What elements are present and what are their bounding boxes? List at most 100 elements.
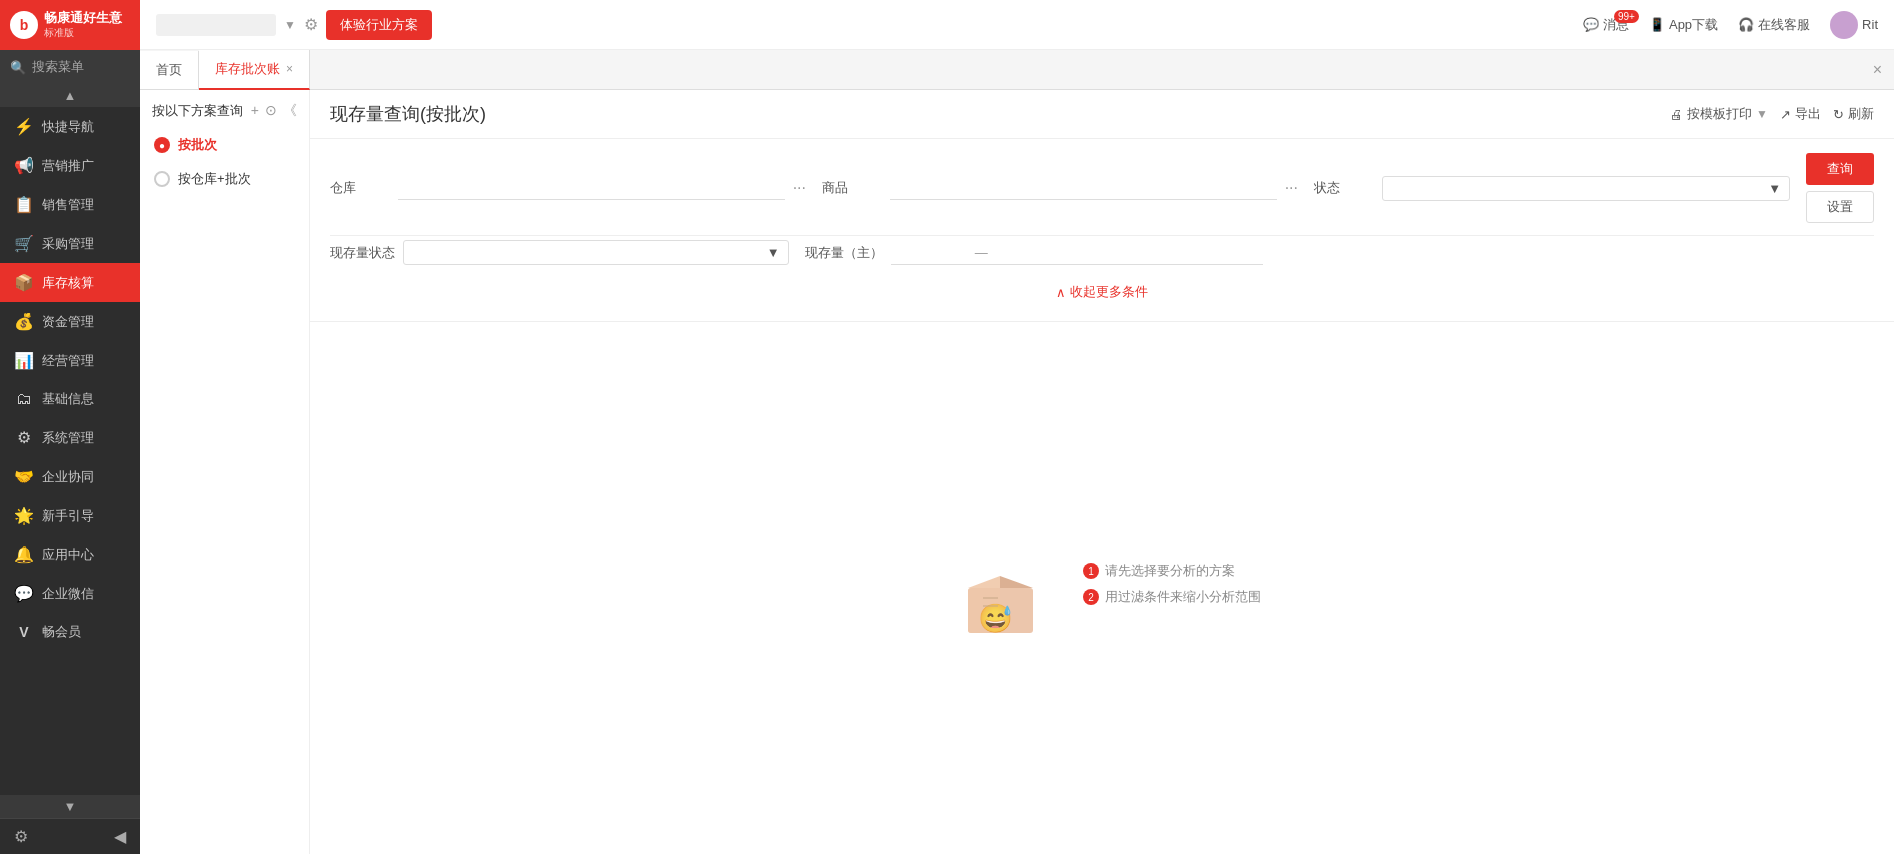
online-service-action[interactable]: 🎧 在线客服: [1738, 16, 1810, 34]
print-btn[interactable]: 🖨 按模板打印 ▼: [1670, 105, 1768, 123]
headset-icon: 🎧: [1738, 17, 1754, 32]
sidebar-nav: ⚡ 快捷导航 📢 营销推广 📋 销售管理 🛒 采购管理 📦 库存核算 💰 资金管…: [0, 107, 140, 795]
experience-btn[interactable]: 体验行业方案: [326, 10, 432, 40]
product-label: 商品: [822, 179, 882, 197]
warehouse-input[interactable]: [398, 176, 785, 200]
settings-btn[interactable]: 设置: [1806, 191, 1874, 223]
hint-1-num: 1: [1083, 563, 1099, 579]
printer-icon: 🖨: [1670, 107, 1683, 122]
settings-footer-icon[interactable]: ⚙: [14, 827, 28, 846]
plan-batch-label: 按批次: [178, 136, 217, 154]
warehouse-label: 仓库: [330, 179, 390, 197]
app-download-action[interactable]: 📱 App下载: [1649, 16, 1718, 34]
sidebar-item-sales[interactable]: 📋 销售管理: [0, 185, 140, 224]
sidebar-item-wechat[interactable]: 💬 企业微信: [0, 574, 140, 613]
product-more-icon[interactable]: ···: [1285, 179, 1298, 197]
tab-home[interactable]: 首页: [140, 51, 199, 89]
inventory-icon: 📦: [14, 273, 34, 292]
svg-marker-2: [1000, 576, 1033, 588]
topbar-left: ▼ ⚙ 体验行业方案: [156, 10, 432, 40]
breadcrumb-input[interactable]: [156, 14, 276, 36]
sidebar-item-inventory[interactable]: 📦 库存核算: [0, 263, 140, 302]
apps-icon: 🔔: [14, 545, 34, 564]
app-name: 畅康通好生意: [44, 10, 122, 26]
sidebar-item-shortcut[interactable]: ⚡ 快捷导航: [0, 107, 140, 146]
online-service-label: 在线客服: [1758, 16, 1810, 34]
topbar-gear-icon[interactable]: ⚙: [304, 15, 318, 34]
product-input[interactable]: [890, 176, 1277, 200]
status-dropdown-icon: ▼: [1768, 181, 1781, 196]
hint-2-text: 用过滤条件来缩小分析范围: [1105, 588, 1261, 606]
sidebar-item-purchase[interactable]: 🛒 采购管理: [0, 224, 140, 263]
plan-inactive-dot: [154, 171, 170, 187]
main: ▼ ⚙ 体验行业方案 💬 消息 99+ 📱 App下载 🎧 在线客服 Rit: [140, 0, 1894, 854]
status-filter: 状态 ▼: [1314, 176, 1790, 201]
inventory-status-dropdown-icon: ▼: [767, 245, 780, 260]
filter-separator: [330, 235, 1874, 236]
sidebar-item-basic[interactable]: 🗂 基础信息: [0, 380, 140, 418]
status-dropdown[interactable]: ▼: [1382, 176, 1790, 201]
plan-item-batch[interactable]: ● 按批次: [140, 128, 309, 162]
tabs-close-all[interactable]: ×: [1861, 61, 1894, 79]
sidebar-item-operations[interactable]: 📊 经营管理: [0, 341, 140, 380]
tab-home-label: 首页: [156, 61, 182, 79]
sidebar-item-system[interactable]: ⚙ 系统管理: [0, 418, 140, 457]
sidebar-item-member[interactable]: V 畅会员: [0, 613, 140, 651]
export-icon: ↗: [1780, 107, 1791, 122]
left-panel-header: 按以下方案查询 + ⊙ 《: [140, 90, 309, 128]
user-action[interactable]: Rit: [1830, 11, 1878, 39]
sidebar-item-marketing[interactable]: 📢 营销推广: [0, 146, 140, 185]
phone-icon: 📱: [1649, 17, 1665, 32]
hint-2-num: 2: [1083, 589, 1099, 605]
export-btn[interactable]: ↗ 导出: [1780, 105, 1821, 123]
sidebar-item-enterprise[interactable]: 🤝 企业协同: [0, 457, 140, 496]
empty-svg: 😅: [943, 533, 1053, 643]
avatar: [1830, 11, 1858, 39]
query-btn[interactable]: 查询: [1806, 153, 1874, 185]
tab-inventory-batch[interactable]: 库存批次账 ×: [199, 50, 310, 90]
inventory-main-to[interactable]: [992, 245, 1072, 260]
add-plan-icon[interactable]: +: [251, 102, 259, 120]
page-header-actions: 🖨 按模板打印 ▼ ↗ 导出 ↻ 刷新: [1670, 105, 1874, 123]
sidebar-item-label: 企业协同: [42, 468, 94, 486]
messages-action[interactable]: 💬 消息 99+: [1583, 16, 1629, 34]
search-menu[interactable]: 🔍 搜索菜单: [0, 50, 140, 84]
basic-icon: 🗂: [14, 390, 34, 408]
sidebar: b 畅康通好生意 标准版 🔍 搜索菜单 ▲ ⚡ 快捷导航 📢 营销推广 📋 销售…: [0, 0, 140, 854]
topbar: ▼ ⚙ 体验行业方案 💬 消息 99+ 📱 App下载 🎧 在线客服 Rit: [140, 0, 1894, 50]
messages-badge: 99+: [1614, 10, 1639, 23]
warehouse-more-icon[interactable]: ···: [793, 179, 806, 197]
refresh-btn[interactable]: ↻ 刷新: [1833, 105, 1874, 123]
page-title: 现存量查询(按批次): [330, 102, 486, 126]
close-all-icon: ×: [1873, 61, 1882, 78]
collapse-panel-icon[interactable]: 《: [283, 102, 297, 120]
system-icon: ⚙: [14, 428, 34, 447]
plan-item-warehouse-batch[interactable]: 按仓库+批次: [140, 162, 309, 196]
left-panel: 按以下方案查询 + ⊙ 《 ● 按批次 按仓库+批次: [140, 90, 310, 854]
plan-warehouse-batch-label: 按仓库+批次: [178, 170, 251, 188]
warehouse-filter: 仓库 ···: [330, 176, 806, 200]
sidebar-item-label: 库存核算: [42, 274, 94, 292]
sidebar-item-newuser[interactable]: 🌟 新手引导: [0, 496, 140, 535]
sidebar-scroll-up[interactable]: ▲: [0, 84, 140, 107]
collapse-sidebar-icon[interactable]: ◀: [114, 827, 126, 846]
sidebar-item-label: 销售管理: [42, 196, 94, 214]
collapse-more-btn[interactable]: ∧ 收起更多条件: [330, 277, 1874, 307]
plan-active-dot: ●: [154, 137, 170, 153]
page-content: 按以下方案查询 + ⊙ 《 ● 按批次 按仓库+批次 现存量查询(按批次): [140, 90, 1894, 854]
purchase-icon: 🛒: [14, 234, 34, 253]
sidebar-item-apps[interactable]: 🔔 应用中心: [0, 535, 140, 574]
filter-row-1: 仓库 ··· 商品 ··· 状态 ▼: [330, 153, 1874, 223]
empty-illustration: 😅: [943, 533, 1053, 643]
breadcrumb-dropdown-icon[interactable]: ▼: [284, 18, 296, 32]
filter-actions: 查询 设置: [1806, 153, 1874, 223]
sidebar-scroll-down[interactable]: ▼: [0, 795, 140, 818]
inventory-status-dropdown[interactable]: ▼: [403, 240, 789, 265]
sidebar-item-finance[interactable]: 💰 资金管理: [0, 302, 140, 341]
empty-hints: 1 请先选择要分析的方案 2 用过滤条件来缩小分析范围: [1083, 562, 1261, 614]
topbar-right: 💬 消息 99+ 📱 App下载 🎧 在线客服 Rit: [1583, 11, 1878, 39]
left-panel-title: 按以下方案查询: [152, 102, 243, 120]
tab-close-icon[interactable]: ×: [286, 62, 293, 76]
inventory-main-from[interactable]: [891, 245, 971, 260]
plan-settings-icon[interactable]: ⊙: [265, 102, 277, 120]
